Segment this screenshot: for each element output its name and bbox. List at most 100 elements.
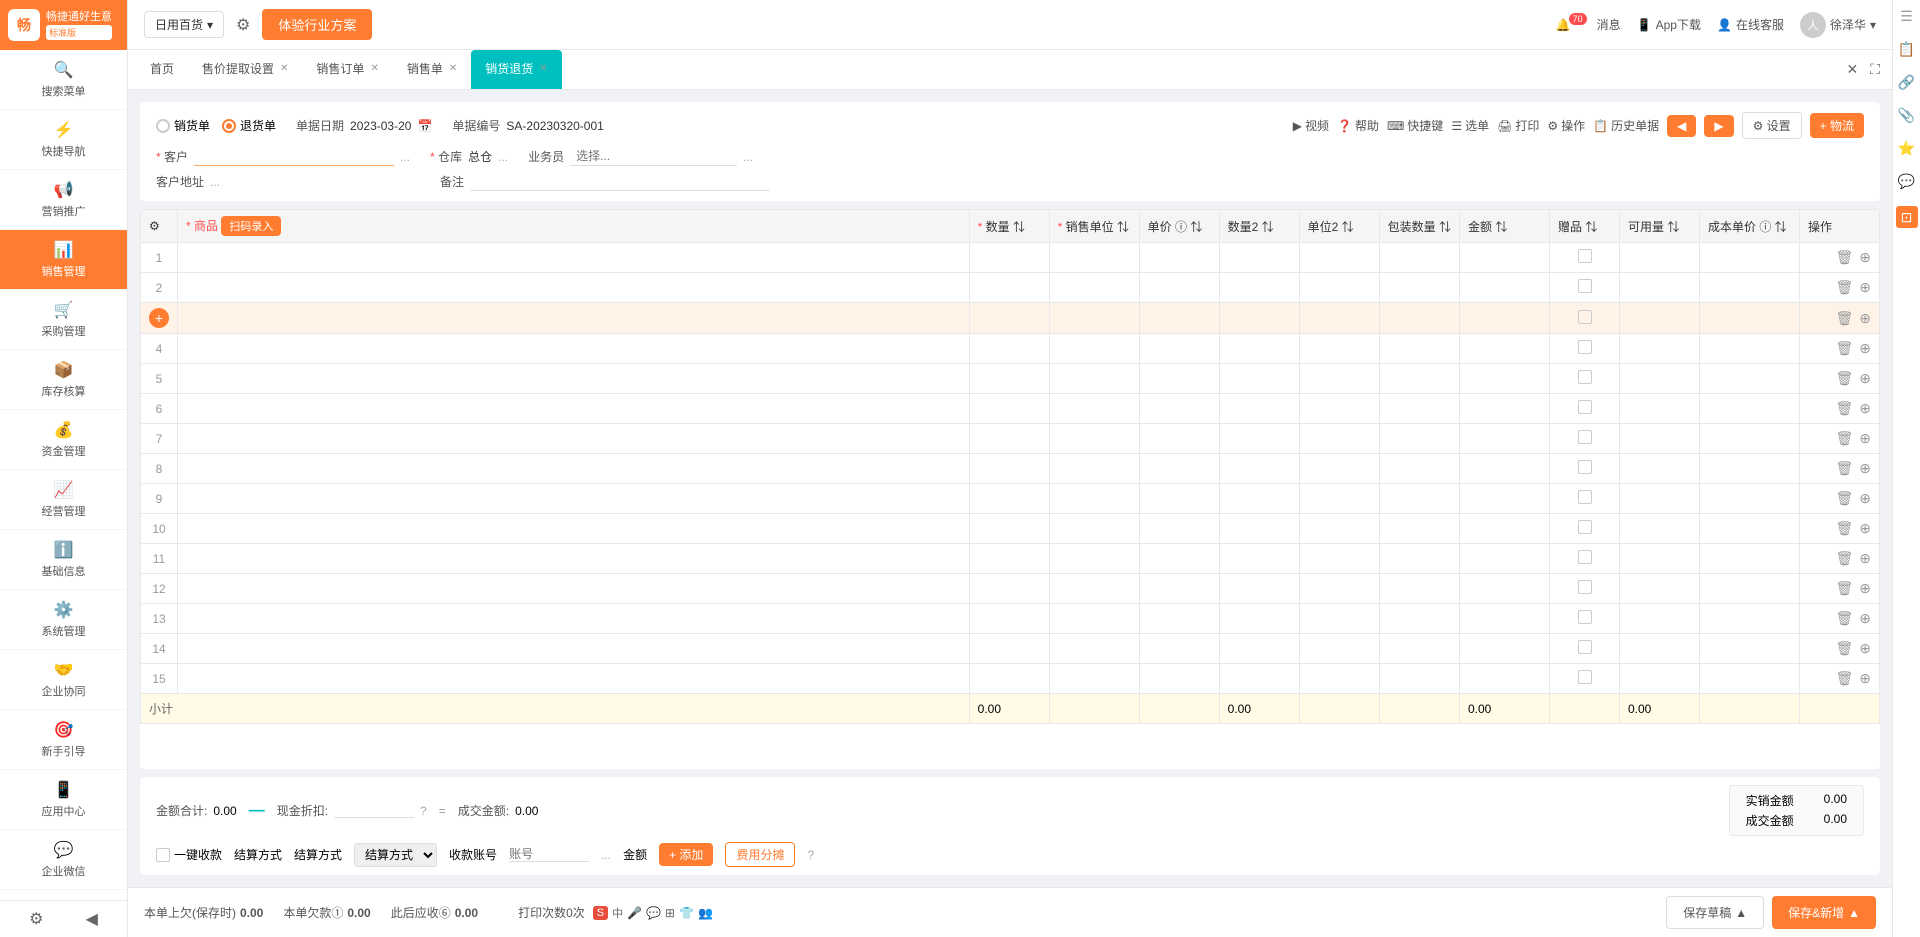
qty-cell[interactable] bbox=[969, 454, 1049, 484]
radio-sales[interactable]: 销货单 bbox=[156, 117, 210, 134]
sidebar-item-快捷导航[interactable]: ⚡快捷导航 bbox=[0, 110, 127, 170]
amount-cell[interactable] bbox=[1460, 604, 1550, 634]
copy-icon[interactable]: ⊕ bbox=[1859, 490, 1871, 507]
amount-cell[interactable] bbox=[1460, 303, 1550, 334]
sidebar-item-资金管理[interactable]: 💰资金管理 bbox=[0, 410, 127, 470]
delete-icon[interactable]: 🗑 bbox=[1835, 370, 1853, 387]
pack-cell[interactable] bbox=[1379, 544, 1459, 574]
product-cell[interactable] bbox=[178, 454, 970, 484]
avail-cell[interactable] bbox=[1620, 303, 1700, 334]
online-service-btn[interactable]: 👤 在线客服 bbox=[1717, 16, 1784, 33]
unit2-cell[interactable] bbox=[1299, 394, 1379, 424]
avail-cell[interactable] bbox=[1620, 394, 1700, 424]
unit-cell[interactable] bbox=[1049, 454, 1139, 484]
expand-tab-btn[interactable]: ⛶ bbox=[1866, 57, 1884, 82]
staff-dots[interactable]: ... bbox=[743, 150, 753, 164]
product-cell[interactable] bbox=[178, 574, 970, 604]
pack-cell[interactable] bbox=[1379, 394, 1459, 424]
pack-cell[interactable] bbox=[1379, 364, 1459, 394]
amount-cell[interactable] bbox=[1460, 514, 1550, 544]
qty2-cell[interactable] bbox=[1219, 454, 1299, 484]
tab-close-icon[interactable]: ✕ bbox=[370, 63, 378, 74]
unit2-cell[interactable] bbox=[1299, 604, 1379, 634]
avail-cell[interactable] bbox=[1620, 273, 1700, 303]
unit-cell[interactable] bbox=[1049, 394, 1139, 424]
amount-cell[interactable] bbox=[1460, 273, 1550, 303]
product-cell[interactable] bbox=[178, 334, 970, 364]
cost-cell[interactable] bbox=[1700, 514, 1800, 544]
gift-checkbox[interactable] bbox=[1578, 520, 1592, 534]
gift-checkbox[interactable] bbox=[1578, 430, 1592, 444]
cost-cell[interactable] bbox=[1700, 273, 1800, 303]
unit2-cell[interactable] bbox=[1299, 364, 1379, 394]
delete-icon[interactable]: 🗑 bbox=[1835, 310, 1853, 327]
shortcut-action[interactable]: ⌨ 快捷键 bbox=[1387, 117, 1443, 134]
copy-icon[interactable]: ⊕ bbox=[1859, 340, 1871, 357]
amount-cell[interactable] bbox=[1460, 243, 1550, 273]
qty-cell[interactable] bbox=[969, 544, 1049, 574]
copy-icon[interactable]: ⊕ bbox=[1859, 400, 1871, 417]
unit-cell[interactable] bbox=[1049, 243, 1139, 273]
delete-icon[interactable]: 🗑 bbox=[1835, 580, 1853, 597]
unit2-cell[interactable] bbox=[1299, 334, 1379, 364]
amount-cell[interactable] bbox=[1460, 664, 1550, 694]
price-cell[interactable] bbox=[1139, 273, 1219, 303]
product-cell[interactable] bbox=[178, 364, 970, 394]
avail-cell[interactable] bbox=[1620, 604, 1700, 634]
unit2-cell[interactable] bbox=[1299, 273, 1379, 303]
amount-cell[interactable] bbox=[1460, 364, 1550, 394]
pack-cell[interactable] bbox=[1379, 634, 1459, 664]
sidebar-item-经营管理[interactable]: 📈经营管理 bbox=[0, 470, 127, 530]
unit-cell[interactable] bbox=[1049, 544, 1139, 574]
sidebar-item-系统管理[interactable]: ⚙️系统管理 bbox=[0, 590, 127, 650]
qty2-cell[interactable] bbox=[1219, 514, 1299, 544]
gift-checkbox[interactable] bbox=[1578, 370, 1592, 384]
qty-cell[interactable] bbox=[969, 634, 1049, 664]
trial-btn[interactable]: 体验行业方案 bbox=[262, 9, 372, 40]
qty2-cell[interactable] bbox=[1219, 394, 1299, 424]
unit2-cell[interactable] bbox=[1299, 454, 1379, 484]
nav-prev-btn[interactable]: ◀ bbox=[1667, 115, 1696, 137]
account-input[interactable] bbox=[509, 847, 589, 862]
one-click-pay-checkbox[interactable]: 一键收款 bbox=[156, 846, 222, 863]
avail-cell[interactable] bbox=[1620, 634, 1700, 664]
account-dots[interactable]: ... bbox=[601, 848, 611, 862]
sidebar-settings-icon[interactable]: ⚙ bbox=[29, 909, 43, 929]
cost-cell[interactable] bbox=[1700, 334, 1800, 364]
price-cell[interactable] bbox=[1139, 604, 1219, 634]
amount-cell[interactable] bbox=[1460, 484, 1550, 514]
pack-cell[interactable] bbox=[1379, 484, 1459, 514]
copy-icon[interactable]: ⊕ bbox=[1859, 370, 1871, 387]
delete-icon[interactable]: 🗑 bbox=[1835, 550, 1853, 567]
qty2-cell[interactable] bbox=[1219, 484, 1299, 514]
unit2-cell[interactable] bbox=[1299, 424, 1379, 454]
product-cell[interactable] bbox=[178, 484, 970, 514]
price-cell[interactable] bbox=[1139, 634, 1219, 664]
gift-checkbox[interactable] bbox=[1578, 249, 1592, 263]
price-cell[interactable] bbox=[1139, 514, 1219, 544]
unit-cell[interactable] bbox=[1049, 334, 1139, 364]
unit2-cell[interactable] bbox=[1299, 634, 1379, 664]
rp-icon6[interactable]: 💬 bbox=[1898, 173, 1915, 190]
tab-销售单[interactable]: 销售单✕ bbox=[393, 50, 471, 89]
amount-cell[interactable] bbox=[1460, 574, 1550, 604]
avail-cell[interactable] bbox=[1620, 243, 1700, 273]
price-cell[interactable] bbox=[1139, 303, 1219, 334]
delete-icon[interactable]: 🗑 bbox=[1835, 249, 1853, 266]
sidebar-item-应用中心[interactable]: 📱应用中心 bbox=[0, 770, 127, 830]
tab-close-icon[interactable]: ✕ bbox=[449, 63, 457, 74]
unit-cell[interactable] bbox=[1049, 604, 1139, 634]
qty2-cell[interactable] bbox=[1219, 273, 1299, 303]
avail-cell[interactable] bbox=[1620, 514, 1700, 544]
sidebar-item-搜索菜单[interactable]: 🔍搜索菜单 bbox=[0, 50, 127, 110]
sidebar-collapse-icon[interactable]: ◀ bbox=[86, 909, 98, 929]
add-logistics-btn[interactable]: + 物流 bbox=[1810, 113, 1864, 138]
qty2-cell[interactable] bbox=[1219, 364, 1299, 394]
amount-cell[interactable] bbox=[1460, 394, 1550, 424]
delete-icon[interactable]: 🗑 bbox=[1835, 460, 1853, 477]
product-cell[interactable] bbox=[178, 243, 970, 273]
sidebar-item-企业协同[interactable]: 🤝企业协同 bbox=[0, 650, 127, 710]
rp-icon7[interactable]: ⊡ bbox=[1896, 206, 1918, 228]
delete-icon[interactable]: 🗑 bbox=[1835, 640, 1853, 657]
tab-close-icon[interactable]: ✕ bbox=[539, 63, 547, 74]
